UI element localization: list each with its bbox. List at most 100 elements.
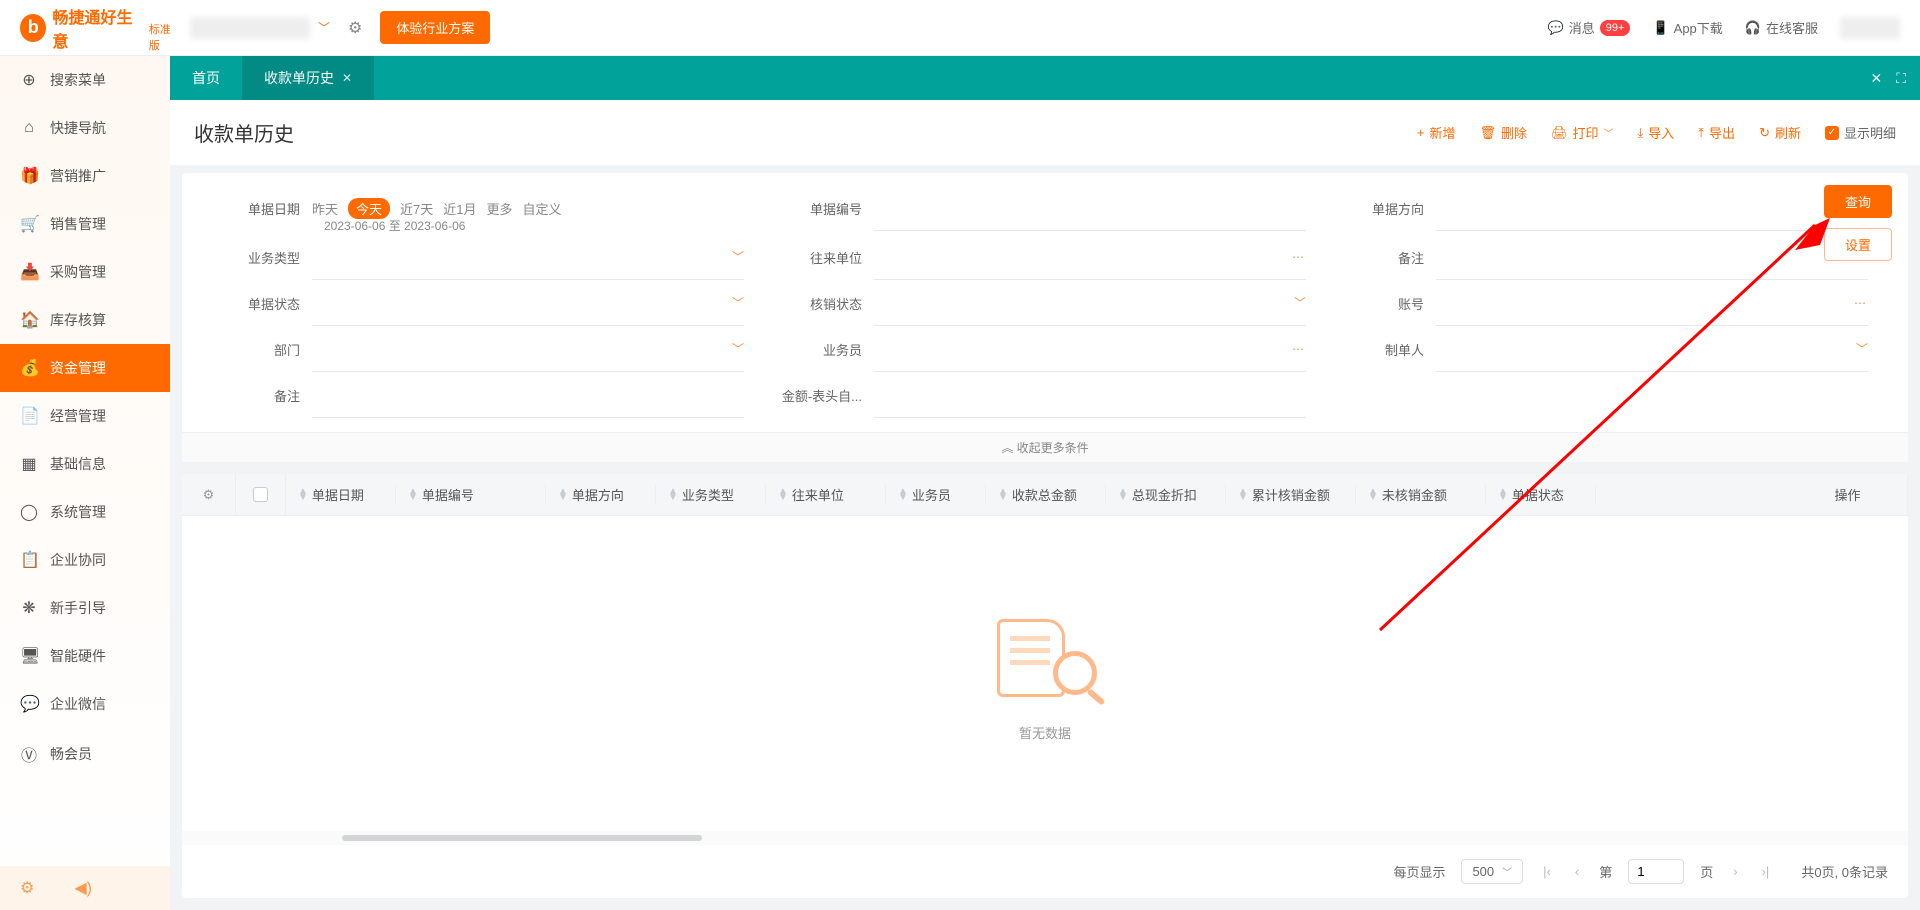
column-单据编号[interactable]: ▲▼单据编号 <box>396 485 546 504</box>
sidebar-item-畅会员[interactable]: Ⓥ畅会员 <box>0 728 170 780</box>
caret-down-icon[interactable]: ﹀ <box>732 248 744 265</box>
filter-label: 账号 <box>1326 294 1436 313</box>
sidebar-item-icon: 🖥 <box>20 646 38 666</box>
filter-input-单据状态[interactable]: ﹀ <box>312 280 744 326</box>
toolbar-print[interactable]: 🖨打印﹀ <box>1551 123 1614 142</box>
caret-down-icon[interactable]: ﹀ <box>1294 294 1306 311</box>
toolbar-detail[interactable]: ✓显示明细 <box>1825 123 1896 142</box>
industry-cta-button[interactable]: 体验行业方案 <box>380 11 490 44</box>
filter-input-单据方向[interactable]: ﹀ <box>1436 185 1868 231</box>
tab-close-all-icon[interactable]: ✕ <box>1870 70 1882 87</box>
brand-logo: b 畅捷通好生意 标准版 <box>20 3 180 53</box>
filter-input-业务类型[interactable]: ﹀ <box>312 234 744 280</box>
sidebar-item-企业微信[interactable]: 💬企业微信 <box>0 680 170 728</box>
horizontal-scrollbar[interactable] <box>182 831 1908 845</box>
column-总现金折扣[interactable]: ▲▼总现金折扣 <box>1106 485 1226 504</box>
sidebar-collapse-icon[interactable]: ◀) <box>74 878 92 898</box>
column-单据状态[interactable]: ▲▼单据状态 <box>1486 485 1596 504</box>
sidebar-item-icon: ◯ <box>20 502 38 522</box>
date-chip-近1月[interactable]: 近1月 <box>443 199 476 218</box>
page-last-icon[interactable]: ›| <box>1758 864 1774 879</box>
select-all-checkbox[interactable] <box>236 474 286 515</box>
search-button[interactable]: 查询 <box>1824 185 1892 218</box>
page-input[interactable] <box>1628 859 1684 884</box>
date-chip-更多[interactable]: 更多 <box>487 199 513 218</box>
caret-down-icon[interactable]: ﹀ <box>732 340 744 357</box>
filter-input-账号[interactable]: ⋯ <box>1436 280 1868 326</box>
caret-down-icon[interactable]: ﹀ <box>732 294 744 311</box>
filter-input-往来单位[interactable]: ⋯ <box>874 234 1306 280</box>
sidebar-item-库存核算[interactable]: 🏠库存核算 <box>0 296 170 344</box>
user-avatar-redacted[interactable] <box>1840 17 1900 39</box>
date-chip-昨天[interactable]: 昨天 <box>312 199 338 218</box>
caret-down-icon[interactable]: ﹀ <box>1856 340 1868 357</box>
company-dropdown-caret-icon[interactable]: ﹀ <box>318 19 330 36</box>
column-label: 业务类型 <box>682 485 734 504</box>
column-未核销金额[interactable]: ▲▼未核销金额 <box>1356 485 1486 504</box>
sidebar-item-新手引导[interactable]: ❋新手引导 <box>0 584 170 632</box>
column-收款总金额[interactable]: ▲▼收款总金额 <box>986 485 1106 504</box>
brand-name: 畅捷通好生意 <box>52 4 142 52</box>
sidebar-settings-icon[interactable]: ⚙ <box>20 878 34 898</box>
sidebar-item-销售管理[interactable]: 🛒销售管理 <box>0 200 170 248</box>
settings-button[interactable]: 设置 <box>1824 228 1892 261</box>
filter-input-备注[interactable] <box>312 372 744 418</box>
print-icon: 🖨 <box>1551 125 1568 141</box>
filter-input-制单人[interactable]: ﹀ <box>1436 326 1868 372</box>
column-单据方向[interactable]: ▲▼单据方向 <box>546 485 656 504</box>
filter-input-金额-表头自...[interactable] <box>874 372 1306 418</box>
toolbar-export[interactable]: ⤒导出 <box>1698 123 1735 142</box>
filter-label: 往来单位 <box>764 248 874 267</box>
toolbar-import[interactable]: ⤓导入 <box>1638 123 1675 142</box>
date-chip-自定义[interactable]: 自定义 <box>523 199 562 218</box>
tab-fullscreen-icon[interactable]: ⛶ <box>1896 70 1906 87</box>
page-prev-icon[interactable]: ‹ <box>1571 864 1583 879</box>
sidebar-item-经营管理[interactable]: 📄经营管理 <box>0 392 170 440</box>
filter-label: 金额-表头自... <box>764 386 874 405</box>
data-table: ⚙ ▲▼单据日期▲▼单据编号▲▼单据方向▲▼业务类型▲▼往来单位▲▼业务员▲▼收… <box>182 474 1908 898</box>
tab-收款单历史[interactable]: 收款单历史✕ <box>242 56 374 100</box>
per-page-select[interactable]: 500﹀ <box>1461 859 1523 884</box>
header-service-label: 在线客服 <box>1766 18 1818 37</box>
sidebar-item-系统管理[interactable]: ◯系统管理 <box>0 488 170 536</box>
header-service[interactable]: 🎧 在线客服 <box>1745 18 1818 37</box>
filter-input-核销状态[interactable]: ﹀ <box>874 280 1306 326</box>
sidebar-item-基础信息[interactable]: ▦基础信息 <box>0 440 170 488</box>
page-next-icon[interactable]: › <box>1729 864 1741 879</box>
page-first-icon[interactable]: |‹ <box>1539 864 1555 879</box>
column-累计核销金额[interactable]: ▲▼累计核销金额 <box>1226 485 1356 504</box>
column-业务类型[interactable]: ▲▼业务类型 <box>656 485 766 504</box>
filter-input-备注[interactable] <box>1436 234 1868 280</box>
sidebar-item-采购管理[interactable]: 📥采购管理 <box>0 248 170 296</box>
toolbar-refresh[interactable]: ↻刷新 <box>1759 123 1801 142</box>
more-icon[interactable]: ⋯ <box>1292 342 1306 356</box>
filter-input-部门[interactable]: ﹀ <box>312 326 744 372</box>
sidebar-item-企业协同[interactable]: 📋企业协同 <box>0 536 170 584</box>
column-往来单位[interactable]: ▲▼往来单位 <box>766 485 886 504</box>
date-chip-近7天[interactable]: 近7天 <box>400 199 433 218</box>
column-单据日期[interactable]: ▲▼单据日期 <box>286 485 396 504</box>
filter-input-单据编号[interactable] <box>874 185 1306 231</box>
toolbar-delete[interactable]: 🗑删除 <box>1479 123 1527 142</box>
filter-input-业务员[interactable]: ⋯ <box>874 326 1306 372</box>
column-settings-icon[interactable]: ⚙ <box>182 474 236 515</box>
tab-close-icon[interactable]: ✕ <box>342 71 352 85</box>
message-icon: 💬 <box>1548 20 1564 36</box>
header-download[interactable]: 📱 App下载 <box>1652 18 1722 37</box>
sidebar-item-资金管理[interactable]: 💰资金管理 <box>0 344 170 392</box>
tab-首页[interactable]: 首页 <box>170 56 242 100</box>
collapse-filters[interactable]: ︽ 收起更多条件 <box>182 432 1908 462</box>
sidebar-item-搜索菜单[interactable]: ⊕搜索菜单 <box>0 56 170 104</box>
sidebar-item-快捷导航[interactable]: ⌂快捷导航 <box>0 104 170 152</box>
pagination: 每页显示 500﹀ |‹ ‹ 第 页 › ›| 共0页, 0条记录 <box>182 845 1908 898</box>
header-message[interactable]: 💬 消息 99+ <box>1548 18 1631 37</box>
more-icon[interactable]: ⋯ <box>1292 250 1306 264</box>
header-settings-icon[interactable]: ⚙ <box>348 18 362 38</box>
column-业务员[interactable]: ▲▼业务员 <box>886 485 986 504</box>
date-chip-今天[interactable]: 今天 <box>348 198 390 219</box>
more-icon[interactable]: ⋯ <box>1854 296 1868 310</box>
toolbar-add[interactable]: +新增 <box>1417 123 1456 142</box>
sidebar-item-智能硬件[interactable]: 🖥智能硬件 <box>0 632 170 680</box>
sidebar-item-营销推广[interactable]: 🎁营销推广 <box>0 152 170 200</box>
import-icon: ⤓ <box>1638 125 1644 141</box>
